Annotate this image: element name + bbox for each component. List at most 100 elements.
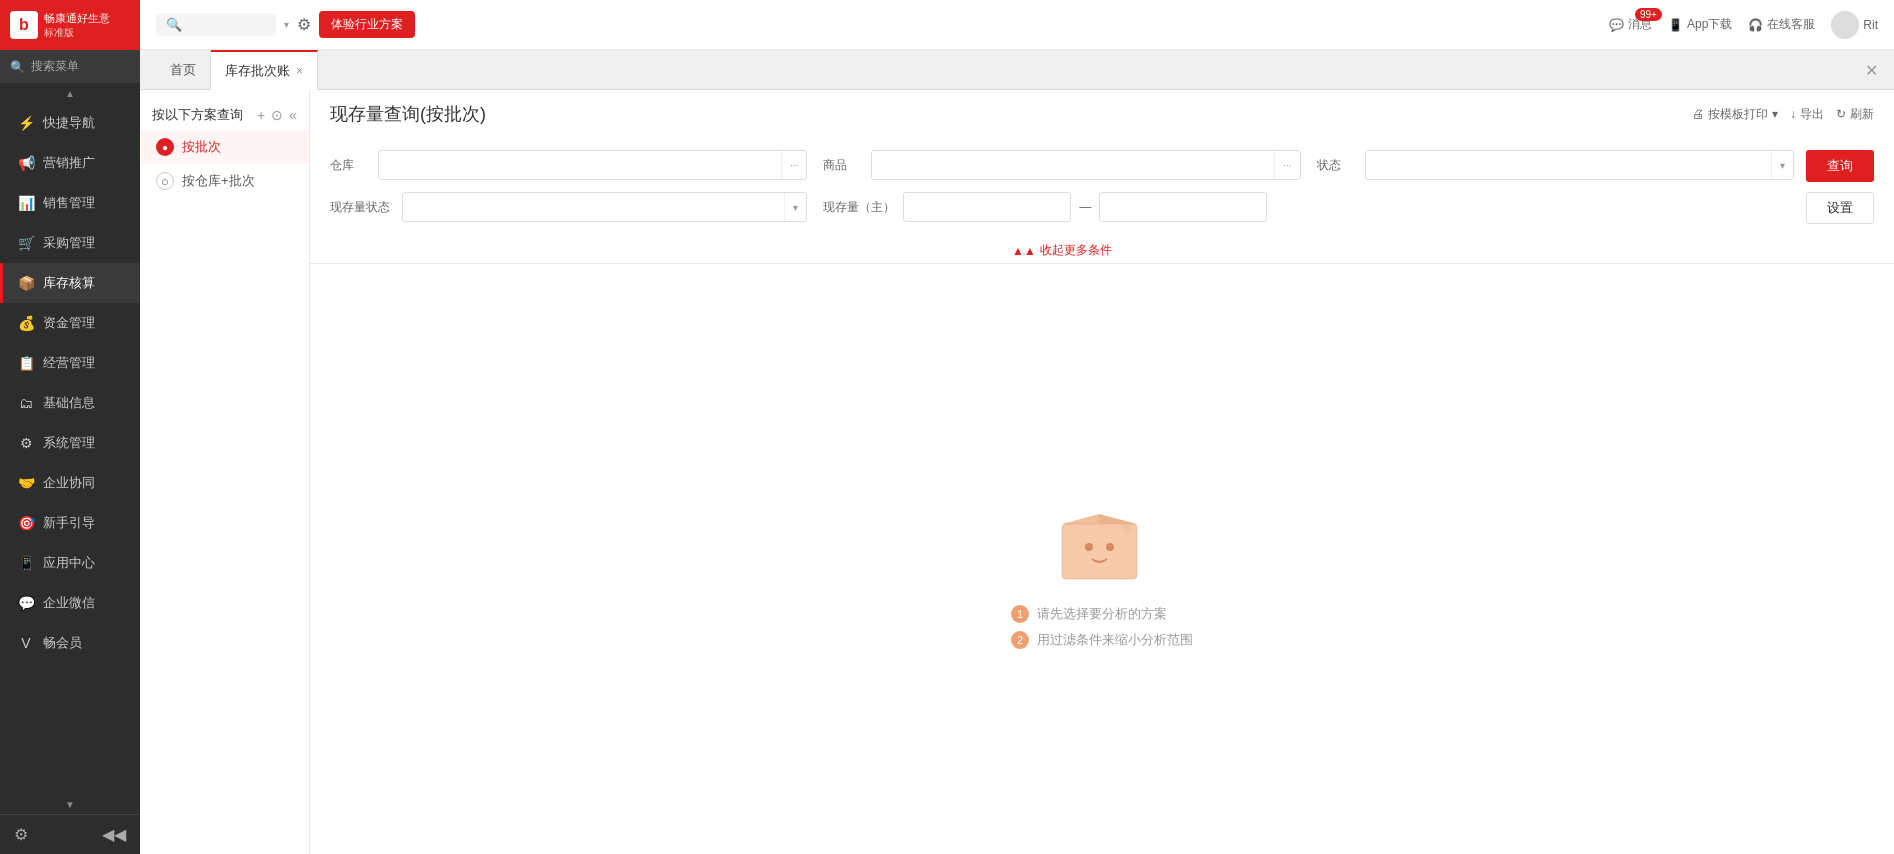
print-btn[interactable]: 🖨 按模板打印 ▾ bbox=[1692, 106, 1778, 123]
search-box[interactable]: 🔍 bbox=[156, 13, 276, 36]
sidebar-item-operations[interactable]: 📋 经营管理 bbox=[0, 343, 140, 383]
avatar-image bbox=[1831, 11, 1859, 39]
sidebar-item-inventory[interactable]: 📦 库存核算 bbox=[0, 263, 140, 303]
svg-point-3 bbox=[1106, 543, 1114, 551]
page-header-top: 现存量查询(按批次) 🖨 按模板打印 ▾ ↓ 导出 ↻ bbox=[310, 90, 1894, 126]
user-avatar[interactable]: Rit bbox=[1831, 11, 1878, 39]
print-icon: 🖨 bbox=[1692, 107, 1704, 121]
query-button[interactable]: 查询 bbox=[1806, 150, 1874, 182]
sidebar-item-sales[interactable]: 📊 销售管理 bbox=[0, 183, 140, 223]
empty-svg-icon bbox=[1042, 469, 1162, 589]
sidebar-item-newbie[interactable]: 🎯 新手引导 bbox=[0, 503, 140, 543]
status-label: 状态 bbox=[1317, 157, 1357, 174]
app-download-btn[interactable]: 📱 App下载 bbox=[1668, 16, 1732, 33]
system-icon: ⚙ bbox=[17, 434, 35, 452]
sidebar-item-quick-nav[interactable]: ⚡ 快捷导航 bbox=[0, 103, 140, 143]
sidebar-item-system[interactable]: ⚙ 系统管理 bbox=[0, 423, 140, 463]
empty-tips: 1 请先选择要分析的方案 2 用过滤条件来缩小分析范围 bbox=[1011, 605, 1193, 649]
tab-home[interactable]: 首页 bbox=[156, 50, 211, 90]
sidebar-item-marketing[interactable]: 📢 营销推广 bbox=[0, 143, 140, 183]
scheme-warehouse-batch[interactable]: ○ 按仓库+批次 bbox=[140, 164, 309, 198]
product-dots[interactable]: ··· bbox=[1274, 151, 1299, 179]
warehouse-batch-dot: ○ bbox=[156, 172, 174, 190]
search-label: 搜索菜单 bbox=[31, 58, 79, 75]
status-dropdown-arrow[interactable]: ▾ bbox=[1771, 151, 1793, 179]
inventory-amount-from[interactable] bbox=[903, 192, 1071, 222]
inventory-status-arrow[interactable]: ▾ bbox=[784, 193, 806, 221]
scroll-down-arrow[interactable]: ▼ bbox=[0, 794, 140, 814]
inventory-icon: 📦 bbox=[17, 274, 35, 292]
print-label: 按模板打印 bbox=[1708, 106, 1768, 123]
scheme-batch[interactable]: ● 按批次 bbox=[140, 130, 309, 164]
collapse-more-btn[interactable]: ▲▲ 收起更多条件 bbox=[330, 234, 1794, 263]
online-service-btn[interactable]: 🎧 在线客服 bbox=[1748, 16, 1815, 33]
settings-gear-icon[interactable]: ⚙ bbox=[297, 15, 311, 34]
search-dropdown-arrow[interactable]: ▾ bbox=[284, 19, 289, 30]
sidebar-item-finance[interactable]: 💰 资金管理 bbox=[0, 303, 140, 343]
empty-tip-2: 2 用过滤条件来缩小分析范围 bbox=[1011, 631, 1193, 649]
collapse-sidebar-icon[interactable]: ◀◀ bbox=[102, 825, 126, 844]
settings-icon[interactable]: ⚙ bbox=[14, 825, 28, 844]
panel-title: 按以下方案查询 + ⊙ « bbox=[140, 100, 309, 130]
top-bar: 🔍 ▾ ⚙ 体验行业方案 💬 消息 99+ 📱 App下载 🎧 在线客服 bbox=[140, 0, 1894, 50]
add-scheme-icon[interactable]: + bbox=[257, 107, 265, 123]
inventory-status-field: 现存量状态 ▾ bbox=[330, 192, 807, 222]
inventory-status-input[interactable] bbox=[403, 193, 784, 221]
tip-num-2: 2 bbox=[1011, 631, 1029, 649]
sidebar-item-wechat[interactable]: 💬 企业微信 bbox=[0, 583, 140, 623]
export-btn[interactable]: ↓ 导出 bbox=[1790, 106, 1824, 123]
inventory-status-label: 现存量状态 bbox=[330, 199, 394, 216]
filter-fields: 仓库 ··· 商品 ··· bbox=[330, 150, 1794, 263]
print-dropdown-arrow[interactable]: ▾ bbox=[1772, 107, 1778, 121]
sidebar-item-purchase[interactable]: 🛒 采购管理 bbox=[0, 223, 140, 263]
search-input[interactable] bbox=[188, 18, 258, 32]
sidebar-item-basic[interactable]: 🗂 基础信息 bbox=[0, 383, 140, 423]
status-input[interactable] bbox=[1366, 151, 1771, 179]
filter-row-2: 现存量状态 ▾ 现存量（主） — bbox=[330, 192, 1794, 222]
status-combo: ▾ bbox=[1365, 150, 1794, 180]
trial-button[interactable]: 体验行业方案 bbox=[319, 11, 415, 38]
sidebar-label-12: 企业微信 bbox=[43, 594, 95, 612]
sidebar-item-enterprise[interactable]: 🤝 企业协同 bbox=[0, 463, 140, 503]
warehouse-input[interactable] bbox=[379, 151, 781, 179]
page-header-section: 现存量查询(按批次) 🖨 按模板打印 ▾ ↓ 导出 ↻ bbox=[310, 90, 1894, 264]
scheme-settings-icon[interactable]: ⊙ bbox=[271, 107, 283, 123]
search-box-icon: 🔍 bbox=[166, 17, 182, 32]
sidebar-label-5: 资金管理 bbox=[43, 314, 95, 332]
panel-close-btn[interactable]: ✕ bbox=[1865, 60, 1878, 79]
online-service-label: 在线客服 bbox=[1767, 16, 1815, 33]
app-download-label: App下载 bbox=[1687, 16, 1732, 33]
inventory-status-combo: ▾ bbox=[402, 192, 807, 222]
inventory-amount-to[interactable] bbox=[1099, 192, 1267, 222]
tab-inventory-batch[interactable]: 库存批次账 × bbox=[211, 50, 318, 90]
collapse-panel-icon[interactable]: « bbox=[289, 107, 297, 123]
refresh-label: 刷新 bbox=[1850, 106, 1874, 123]
basic-icon: 🗂 bbox=[17, 394, 35, 412]
warehouse-dots[interactable]: ··· bbox=[781, 151, 806, 179]
sidebar-item-appstore[interactable]: 📱 应用中心 bbox=[0, 543, 140, 583]
tab-close-icon[interactable]: × bbox=[296, 65, 303, 77]
collapse-chevron-up: ▲▲ bbox=[1012, 244, 1036, 258]
settings-button[interactable]: 设置 bbox=[1806, 192, 1874, 224]
page-title: 现存量查询(按批次) bbox=[330, 102, 486, 126]
filter-section: 仓库 ··· 商品 ··· bbox=[310, 138, 1894, 263]
refresh-btn[interactable]: ↻ 刷新 bbox=[1836, 106, 1874, 123]
topbar-left: 🔍 ▾ ⚙ 体验行业方案 bbox=[156, 11, 1599, 38]
sidebar-label-13: 畅会员 bbox=[43, 634, 82, 652]
product-input[interactable] bbox=[872, 151, 1274, 179]
sidebar-label-9: 企业协同 bbox=[43, 474, 95, 492]
messages-btn[interactable]: 💬 消息 99+ bbox=[1609, 16, 1652, 33]
refresh-icon: ↻ bbox=[1836, 107, 1846, 121]
user-name: Rit bbox=[1863, 18, 1878, 32]
sidebar-search-btn[interactable]: 🔍 搜索菜单 bbox=[0, 50, 140, 83]
warehouse-combo: ··· bbox=[378, 150, 807, 180]
export-label: 导出 bbox=[1800, 106, 1824, 123]
product-label: 商品 bbox=[823, 157, 863, 174]
collapse-label: 收起更多条件 bbox=[1040, 242, 1112, 259]
sidebar-label-1: 营销推广 bbox=[43, 154, 95, 172]
scroll-up-arrow[interactable]: ▲ bbox=[0, 83, 140, 103]
main-area: 🔍 ▾ ⚙ 体验行业方案 💬 消息 99+ 📱 App下载 🎧 在线客服 bbox=[140, 0, 1894, 854]
brand-version: 标准版 bbox=[44, 26, 110, 39]
sidebar-item-vip[interactable]: V 畅会员 bbox=[0, 623, 140, 663]
sidebar-label-8: 系统管理 bbox=[43, 434, 95, 452]
